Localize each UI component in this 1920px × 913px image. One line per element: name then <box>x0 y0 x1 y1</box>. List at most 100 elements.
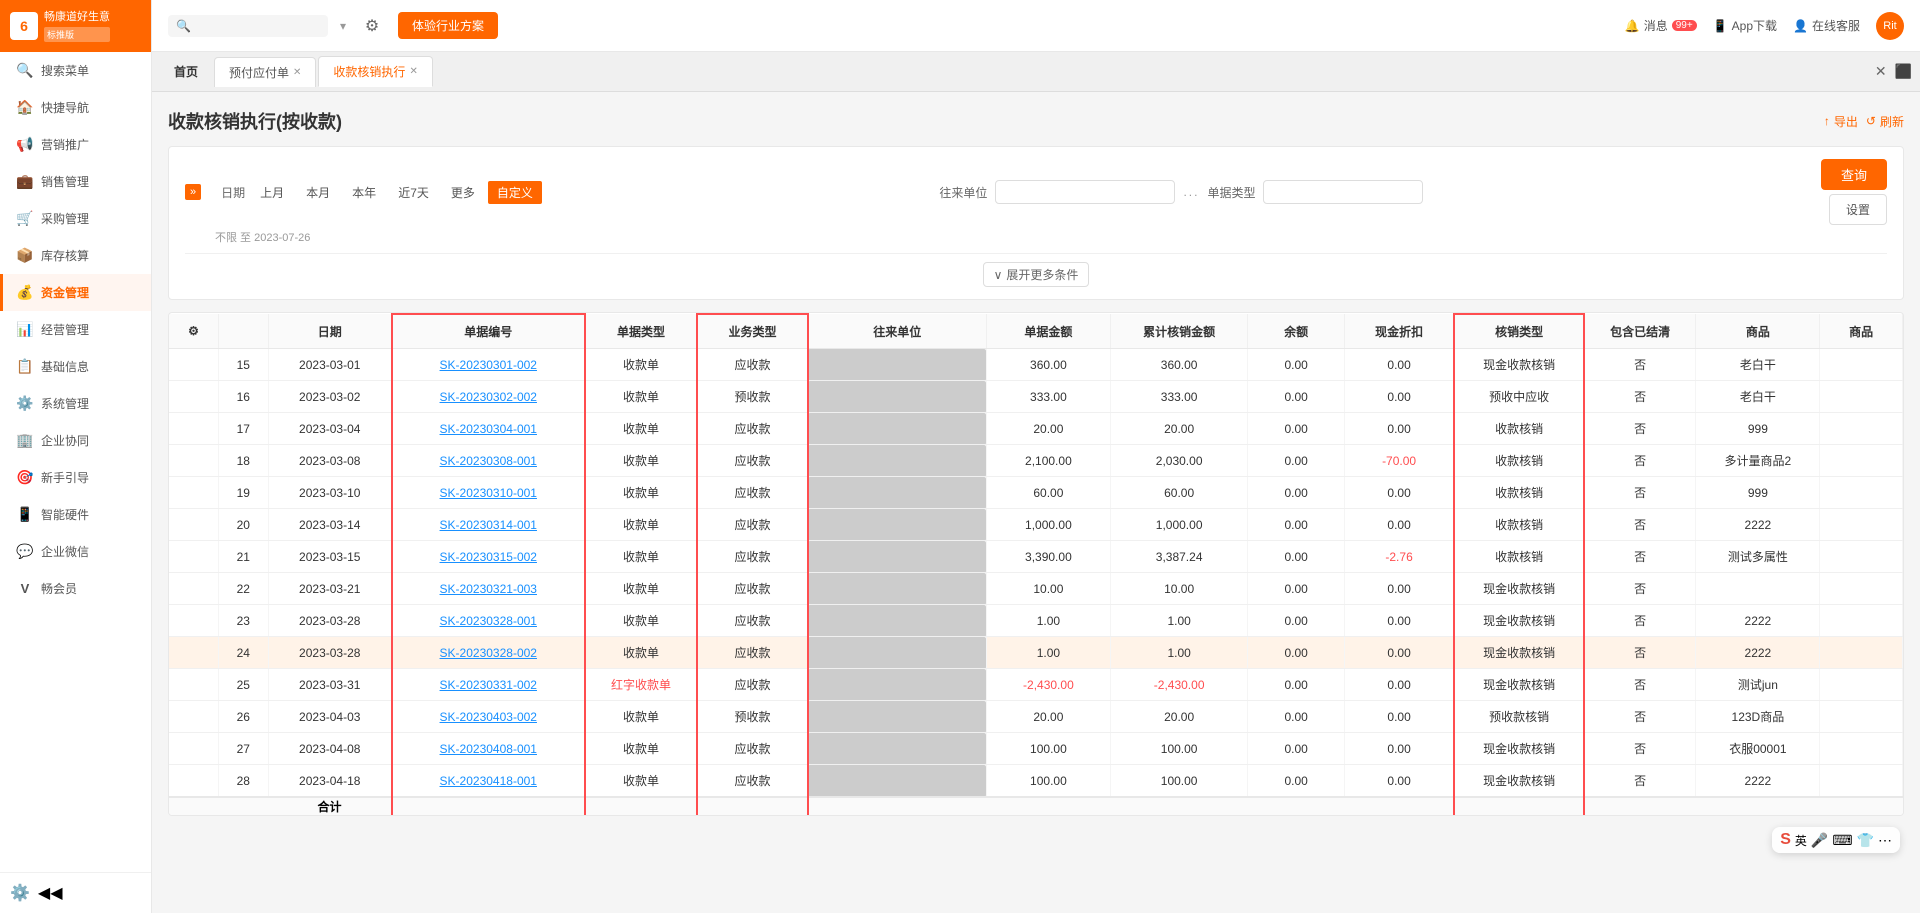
cell-bill-no[interactable]: SK-20230310-001 <box>392 477 585 509</box>
refresh-button[interactable]: ↺ 刷新 <box>1866 113 1904 130</box>
industry-plan-button[interactable]: 体验行业方案 <box>398 12 498 39</box>
tab-collection[interactable]: 收款核销执行 ✕ <box>318 56 432 87</box>
cell-bill-no[interactable]: SK-20230304-001 <box>392 413 585 445</box>
cell-bill-no[interactable]: SK-20230418-001 <box>392 765 585 798</box>
bill-no-link[interactable]: SK-20230308-001 <box>440 454 537 468</box>
cell-date: 2023-03-28 <box>268 605 392 637</box>
sidebar-item-marketing[interactable]: 📢 营销推广 <box>0 126 151 163</box>
col-product2[interactable]: 商品 <box>1820 314 1903 349</box>
tab-advance-close[interactable]: ✕ <box>293 67 301 78</box>
tab-expand-icon[interactable]: ⬛ <box>1895 63 1912 80</box>
col-cash-discount[interactable]: 现金折扣 <box>1344 314 1454 349</box>
sidebar-item-quick-nav[interactable]: 🏠 快捷导航 <box>0 89 151 126</box>
cell-bill-no[interactable]: SK-20230315-002 <box>392 541 585 573</box>
bill-no-link[interactable]: SK-20230315-002 <box>440 550 537 564</box>
sidebar-item-finance[interactable]: 💰 资金管理 <box>0 274 151 311</box>
topbar-dropdown-arrow[interactable]: ▾ <box>340 19 346 33</box>
bill-no-link[interactable]: SK-20230302-002 <box>440 390 537 404</box>
filter-date-this-month[interactable]: 本月 <box>297 181 339 204</box>
sidebar-item-guide[interactable]: 🎯 新手引导 <box>0 459 151 496</box>
col-biz-type[interactable]: 业务类型 <box>697 314 807 349</box>
bill-no-link[interactable]: SK-20230328-001 <box>440 614 537 628</box>
cell-bill-no[interactable]: SK-20230408-001 <box>392 733 585 765</box>
messages-button[interactable]: 🔔 消息 99+ <box>1625 17 1697 34</box>
input-toolbar-more[interactable]: ⋯ <box>1878 832 1892 849</box>
bill-no-link[interactable]: SK-20230408-001 <box>440 742 537 756</box>
cell-bill-no[interactable]: SK-20230301-002 <box>392 349 585 381</box>
col-partner[interactable]: 往来单位 <box>808 314 987 349</box>
bill-no-link[interactable]: SK-20230310-001 <box>440 486 537 500</box>
sidebar-item-operations[interactable]: 📊 经营管理 <box>0 311 151 348</box>
expand-more-button[interactable]: ∨ 展开更多条件 <box>983 262 1090 287</box>
cell-bill-no[interactable]: SK-20230331-002 <box>392 669 585 701</box>
collapse-filter-btn[interactable]: » <box>185 184 201 200</box>
online-service-button[interactable]: 👤 在线客服 <box>1793 17 1860 34</box>
topbar-search[interactable]: 🔍 <box>168 15 328 37</box>
sidebar-item-sales[interactable]: 💼 销售管理 <box>0 163 151 200</box>
sidebar-item-basic-info[interactable]: 📋 基础信息 <box>0 348 151 385</box>
cell-bill-no[interactable]: SK-20230321-003 <box>392 573 585 605</box>
input-toolbar-mic[interactable]: 🎤 <box>1811 832 1828 849</box>
bill-no-link[interactable]: SK-20230304-001 <box>440 422 537 436</box>
settings-bottom-icon[interactable]: ⚙️ <box>10 883 30 903</box>
sidebar-item-inventory[interactable]: 📦 库存核算 <box>0 237 151 274</box>
input-toolbar-shirt[interactable]: 👕 <box>1857 832 1874 849</box>
sidebar-item-wechat[interactable]: 💬 企业微信 <box>0 533 151 570</box>
col-bill-amount[interactable]: 单据金额 <box>986 314 1110 349</box>
filter-date-7days[interactable]: 近7天 <box>389 181 438 204</box>
sidebar-item-member[interactable]: V 畅会员 <box>0 570 151 607</box>
column-settings-icon[interactable]: ⚙ <box>188 324 199 338</box>
cell-bill-no[interactable]: SK-20230328-002 <box>392 637 585 669</box>
query-button[interactable]: 查询 <box>1821 159 1887 190</box>
col-bill-type[interactable]: 单据类型 <box>585 314 698 349</box>
col-balance[interactable]: 余额 <box>1248 314 1344 349</box>
cell-bill-no[interactable]: SK-20230314-001 <box>392 509 585 541</box>
table-wrapper[interactable]: ⚙ 日期 单据编号 单据类型 业务类型 往来单位 单据金额 累计核销金额 余额 … <box>169 313 1903 815</box>
col-include-cleared[interactable]: 包含已结清 <box>1584 314 1696 349</box>
tab-collection-close[interactable]: ✕ <box>409 66 417 77</box>
tab-advance[interactable]: 预付应付单 ✕ <box>214 57 316 87</box>
cell-bill-no[interactable]: SK-20230403-002 <box>392 701 585 733</box>
app-download-button[interactable]: 📱 App下载 <box>1713 17 1777 34</box>
tab-close-all-icon[interactable]: ✕ <box>1875 63 1887 80</box>
cell-bill-no[interactable]: SK-20230328-001 <box>392 605 585 637</box>
sidebar-item-corp[interactable]: 🏢 企业协同 <box>0 422 151 459</box>
topbar-search-input[interactable] <box>195 19 295 33</box>
topbar-gear[interactable]: ⚙ <box>358 12 386 40</box>
sidebar-item-purchase[interactable]: 🛒 采购管理 <box>0 200 151 237</box>
collapse-icon[interactable]: ◀◀ <box>38 883 63 903</box>
export-button[interactable]: ↑ 导出 <box>1824 113 1858 130</box>
bill-no-link[interactable]: SK-20230418-001 <box>440 774 537 788</box>
filter-partner-input[interactable] <box>995 180 1175 204</box>
message-badge: 99+ <box>1672 20 1697 31</box>
filter-date-custom[interactable]: 自定义 <box>488 181 542 204</box>
user-avatar[interactable]: Rit <box>1876 12 1904 40</box>
cell-bill-no[interactable]: SK-20230302-002 <box>392 381 585 413</box>
bill-no-link[interactable]: SK-20230331-002 <box>440 678 537 692</box>
settings-button[interactable]: 设置 <box>1829 194 1887 225</box>
bill-no-link[interactable]: SK-20230403-002 <box>440 710 537 724</box>
sidebar-item-hardware[interactable]: 📱 智能硬件 <box>0 496 151 533</box>
col-verify-type[interactable]: 核销类型 <box>1454 314 1583 349</box>
col-settings[interactable]: ⚙ <box>169 314 219 349</box>
bill-no-link[interactable]: SK-20230328-002 <box>440 646 537 660</box>
filter-bill-type-select[interactable] <box>1263 180 1423 204</box>
col-bill-no[interactable]: 单据编号 <box>392 314 585 349</box>
input-toolbar-grid[interactable]: ⌨ <box>1832 832 1852 849</box>
tab-home[interactable]: 首页 <box>160 57 212 86</box>
col-product[interactable]: 商品 <box>1696 314 1820 349</box>
cell-check <box>169 573 219 605</box>
filter-date-more[interactable]: 更多 <box>442 181 484 204</box>
bill-no-link[interactable]: SK-20230301-002 <box>440 358 537 372</box>
bill-no-link[interactable]: SK-20230321-003 <box>440 582 537 596</box>
col-date[interactable]: 日期 <box>268 314 392 349</box>
sidebar-item-search[interactable]: 🔍 搜索菜单 <box>0 52 151 89</box>
filter-date-this-year[interactable]: 本年 <box>343 181 385 204</box>
filter-partner-dots[interactable]: ... <box>1183 185 1199 199</box>
col-verified-amount[interactable]: 累计核销金额 <box>1110 314 1248 349</box>
cell-bill-no[interactable]: SK-20230308-001 <box>392 445 585 477</box>
filter-date-last-month[interactable]: 上月 <box>251 181 293 204</box>
sidebar-item-system[interactable]: ⚙️ 系统管理 <box>0 385 151 422</box>
cell-index: 19 <box>219 477 269 509</box>
bill-no-link[interactable]: SK-20230314-001 <box>440 518 537 532</box>
